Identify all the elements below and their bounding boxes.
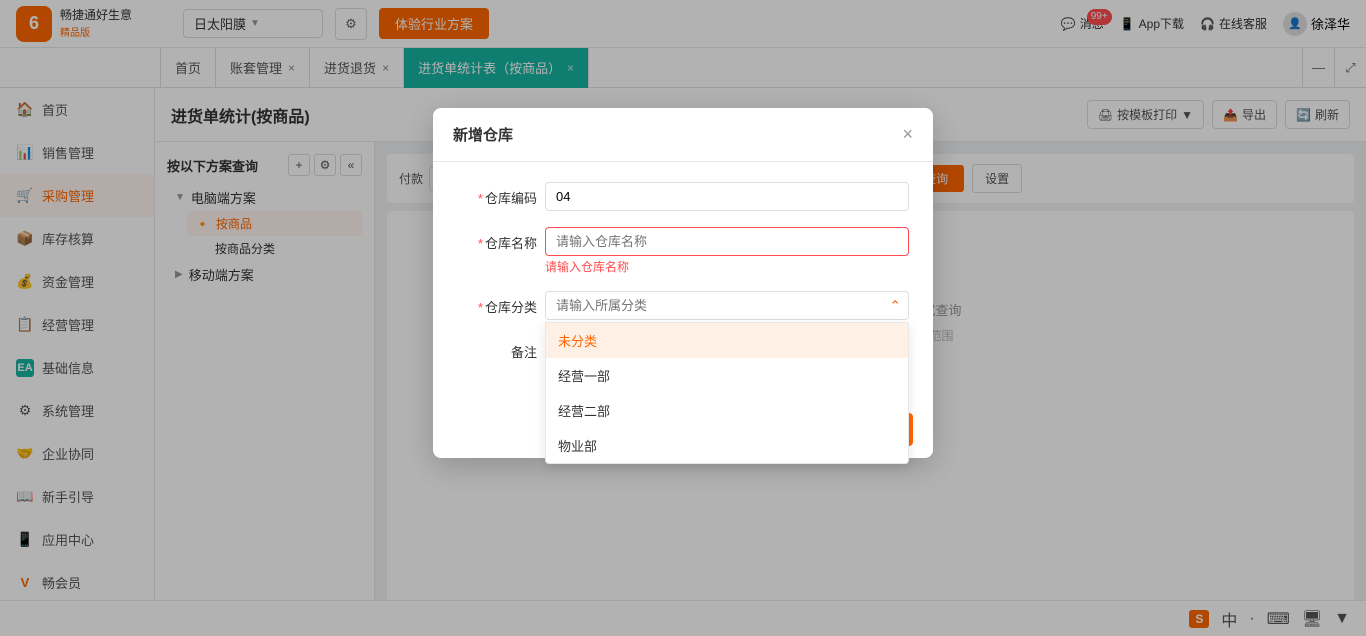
warehouse-code-input[interactable] (545, 182, 909, 211)
warehouse-name-input[interactable] (545, 227, 909, 256)
code-field-row: 仓库编码 (457, 182, 909, 211)
name-field-row: 仓库名称 请输入仓库名称 (457, 227, 909, 275)
category-field-row: 仓库分类 ⌃ 未分类 经营一部 经营二部 物业部 (457, 291, 909, 320)
category-control: ⌃ 未分类 经营一部 经营二部 物业部 (545, 291, 909, 320)
modal-body: 仓库编码 仓库名称 请输入仓库名称 仓库分类 ⌃ 未分类 (433, 162, 933, 401)
new-warehouse-modal: 新增仓库 × 仓库编码 仓库名称 请输入仓库名称 仓库分类 ⌃ (433, 108, 933, 458)
category-select-input[interactable] (545, 291, 909, 320)
category-label: 仓库分类 (457, 291, 537, 316)
name-control: 请输入仓库名称 (545, 227, 909, 275)
dropdown-item-unclassified[interactable]: 未分类 (546, 323, 908, 358)
note-label: 备注 (457, 336, 537, 361)
dropdown-item-property[interactable]: 物业部 (546, 428, 908, 463)
name-error-msg: 请输入仓库名称 (545, 258, 909, 275)
modal-header: 新增仓库 × (433, 108, 933, 162)
code-label: 仓库编码 (457, 182, 537, 207)
name-label: 仓库名称 (457, 227, 537, 252)
code-control (545, 182, 909, 211)
category-dropdown: 未分类 经营一部 经营二部 物业部 (545, 322, 909, 464)
dropdown-item-operations1[interactable]: 经营一部 (546, 358, 908, 393)
category-select-wrapper: ⌃ (545, 291, 909, 320)
dropdown-item-operations2[interactable]: 经营二部 (546, 393, 908, 428)
category-arrow-icon[interactable]: ⌃ (889, 297, 901, 314)
modal-close-button[interactable]: × (902, 124, 913, 145)
modal-title: 新增仓库 (453, 124, 513, 145)
